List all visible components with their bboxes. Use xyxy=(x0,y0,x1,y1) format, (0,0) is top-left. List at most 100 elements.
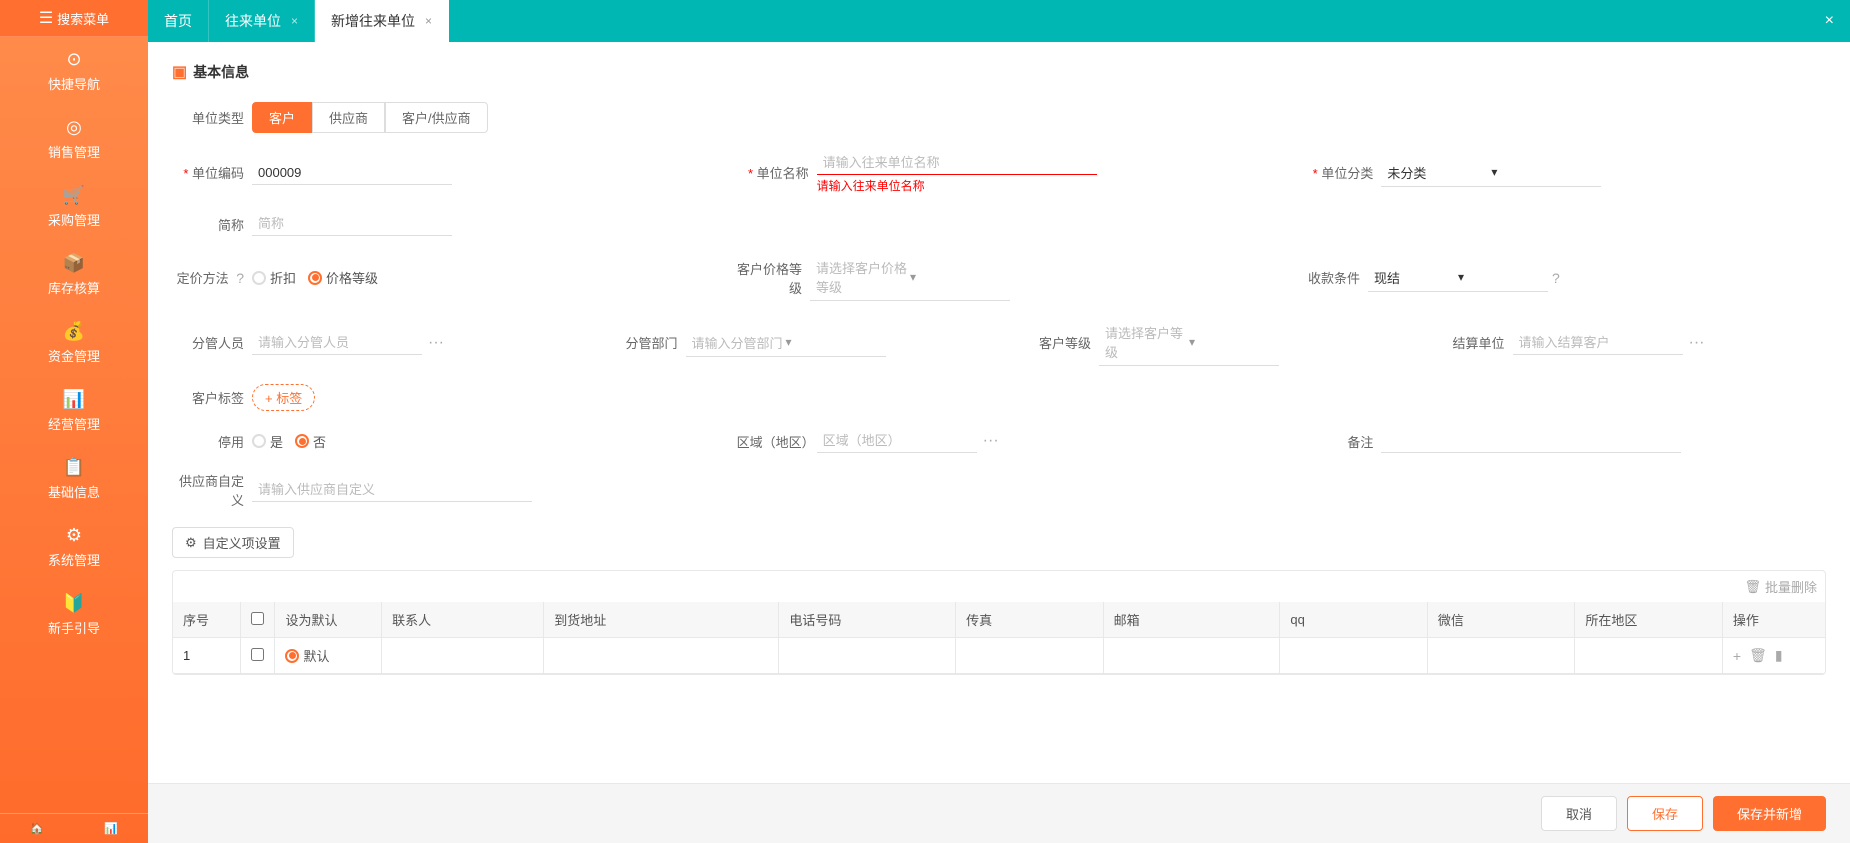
cell-delivery[interactable] xyxy=(544,638,779,674)
manager-ellipsis-btn[interactable]: ··· xyxy=(422,334,450,352)
col-wechat: 微信 xyxy=(1427,602,1575,638)
sales-icon: ◎ xyxy=(66,117,82,138)
disable-radio-yes[interactable]: 是 xyxy=(252,432,283,451)
sidebar-item-operations[interactable]: 📊 经营管理 xyxy=(0,377,148,445)
region-ellipsis-btn[interactable]: ··· xyxy=(977,432,1005,450)
unit-btn-customer[interactable]: 客户 xyxy=(252,102,312,133)
payment-terms-label: 收款条件 xyxy=(1288,268,1368,287)
sidebar-item-sales[interactable]: ◎ 销售管理 xyxy=(0,105,148,173)
unit-name-field-group: 请输入往来单位名称 xyxy=(817,151,1097,194)
unit-name-segment: 单位名称 请输入往来单位名称 xyxy=(737,151,1262,194)
email-input[interactable] xyxy=(1114,648,1214,663)
pricing-radio-discount[interactable]: 折扣 xyxy=(252,268,296,287)
unit-type-label: 单位类型 xyxy=(172,108,252,127)
custom-settings-button[interactable]: ⚙ 自定义项设置 xyxy=(172,527,294,558)
tab-close-all[interactable]: × xyxy=(1809,0,1850,42)
unit-type-row: 单位类型 客户 供应商 客户/供应商 xyxy=(172,102,1826,133)
qq-input[interactable] xyxy=(1290,648,1370,663)
tab-new-partner-close[interactable]: × xyxy=(425,14,432,28)
cell-phone[interactable] xyxy=(779,638,956,674)
row-default-radio[interactable]: 默认 xyxy=(285,646,371,665)
select-all-checkbox[interactable] xyxy=(251,612,264,625)
disable-radio-no[interactable]: 否 xyxy=(295,432,326,451)
tab-home[interactable]: 首页 xyxy=(148,0,209,42)
sidebar-item-base-info[interactable]: 📋 基础信息 xyxy=(0,445,148,513)
save-button[interactable]: 保存 xyxy=(1627,796,1703,831)
col-fax: 传真 xyxy=(956,602,1104,638)
unit-code-input[interactable] xyxy=(252,161,452,185)
region-input[interactable] xyxy=(817,429,977,453)
sidebar-search[interactable]: ☰ 搜索菜单 xyxy=(0,0,148,37)
sidebar-bottom-stats[interactable]: 📊 xyxy=(104,822,118,835)
col-checkbox[interactable] xyxy=(241,602,275,638)
settlement-ellipsis-btn[interactable]: ··· xyxy=(1683,334,1711,352)
customer-level-placeholder: 请选择客户等级 xyxy=(1105,323,1189,361)
customer-price-select[interactable]: 请选择客户价格等级 ▾ xyxy=(810,254,1010,301)
unit-category-select[interactable]: 未分类 ▾ xyxy=(1381,159,1601,187)
manager-input[interactable] xyxy=(252,331,422,355)
wechat-input[interactable] xyxy=(1438,648,1518,663)
cell-contact[interactable] xyxy=(382,638,544,674)
sidebar-item-quick-nav[interactable]: ⊙ 快捷导航 xyxy=(0,37,148,105)
row-scrollbar[interactable]: ▮ xyxy=(1775,647,1783,664)
row-checkbox[interactable] xyxy=(251,648,264,661)
pricing-help-icon[interactable]: ? xyxy=(236,270,244,286)
sidebar-item-guide[interactable]: 🔰 新手引导 xyxy=(0,581,148,649)
manager-row: 分管人员 ··· 分管部门 请输入分管部门 ▾ 客户等级 请选择客户等级 ▾ xyxy=(172,319,1826,366)
remark-input[interactable] xyxy=(1381,429,1681,453)
tab-new-partner[interactable]: 新增往来单位 × xyxy=(315,0,449,42)
contact-input[interactable] xyxy=(392,648,482,663)
payment-terms-chevron-icon: ▾ xyxy=(1458,270,1542,284)
tag-add-button[interactable]: + 标签 xyxy=(252,384,315,411)
unit-btn-supplier[interactable]: 供应商 xyxy=(312,102,385,133)
add-row-icon[interactable]: + xyxy=(1733,648,1741,664)
delete-row-icon[interactable]: 🗑 xyxy=(1749,647,1767,664)
cell-wechat[interactable] xyxy=(1427,638,1575,674)
action-cell: + 🗑 ▮ xyxy=(1733,647,1815,664)
tab-partner-close[interactable]: × xyxy=(291,14,298,28)
fax-input[interactable] xyxy=(966,648,1046,663)
supplier-custom-input[interactable] xyxy=(252,478,532,502)
settlement-input[interactable] xyxy=(1513,331,1683,355)
cell-checkbox[interactable] xyxy=(241,638,275,674)
cell-qq[interactable] xyxy=(1280,638,1428,674)
delivery-input[interactable] xyxy=(554,648,694,663)
customer-level-select[interactable]: 请选择客户等级 ▾ xyxy=(1099,319,1279,366)
sidebar-search-label[interactable]: 搜索菜单 xyxy=(57,9,109,28)
pricing-radio-discount-label: 折扣 xyxy=(270,268,296,287)
abbr-row: 简称 xyxy=(172,212,1826,236)
manager-label: 分管人员 xyxy=(172,333,252,352)
supplier-custom-row: 供应商自定义 xyxy=(172,471,1826,509)
sidebar-item-finance[interactable]: 💰 资金管理 xyxy=(0,309,148,377)
sidebar-item-purchase[interactable]: 🛒 采购管理 xyxy=(0,173,148,241)
tab-new-partner-label: 新增往来单位 xyxy=(331,11,415,31)
disable-radio-group: 是 否 xyxy=(252,432,326,451)
sidebar-item-label: 系统管理 xyxy=(48,550,100,569)
cell-region[interactable] xyxy=(1575,638,1723,674)
home-icon: 🏠 xyxy=(30,822,44,835)
tab-partner[interactable]: 往来单位 × xyxy=(209,0,315,42)
cell-fax[interactable] xyxy=(956,638,1104,674)
payment-terms-select[interactable]: 现结 ▾ xyxy=(1368,264,1548,292)
abbr-input[interactable] xyxy=(252,212,452,236)
payment-terms-help-icon[interactable]: ? xyxy=(1552,270,1560,286)
sidebar-item-system[interactable]: ⚙ 系统管理 xyxy=(0,513,148,581)
region-table-input[interactable] xyxy=(1585,648,1665,663)
phone-input[interactable] xyxy=(789,648,889,663)
save-new-button[interactable]: 保存并新增 xyxy=(1713,796,1826,831)
cell-email[interactable] xyxy=(1103,638,1280,674)
unit-name-input[interactable] xyxy=(817,151,1097,175)
batch-delete-button[interactable]: 🗑 批量删除 xyxy=(1744,577,1817,596)
unit-btn-both[interactable]: 客户/供应商 xyxy=(385,102,488,133)
unit-code-segment: 单位编码 xyxy=(172,161,697,185)
purchase-icon: 🛒 xyxy=(63,185,85,206)
search-icon: ☰ xyxy=(39,8,53,28)
pricing-radio-price-level[interactable]: 价格等级 xyxy=(308,268,378,287)
sidebar-bottom-home[interactable]: 🏠 xyxy=(30,822,44,835)
sidebar-item-inventory[interactable]: 📦 库存核算 xyxy=(0,241,148,309)
department-select[interactable]: 请输入分管部门 ▾ xyxy=(686,329,886,357)
main-content: 首页 往来单位 × 新增往来单位 × × ▣ 基本信息 单位类型 客户 供应商 … xyxy=(148,0,1850,843)
col-region: 所在地区 xyxy=(1575,602,1723,638)
tab-bar: 首页 往来单位 × 新增往来单位 × × xyxy=(148,0,1850,42)
cancel-button[interactable]: 取消 xyxy=(1541,796,1617,831)
